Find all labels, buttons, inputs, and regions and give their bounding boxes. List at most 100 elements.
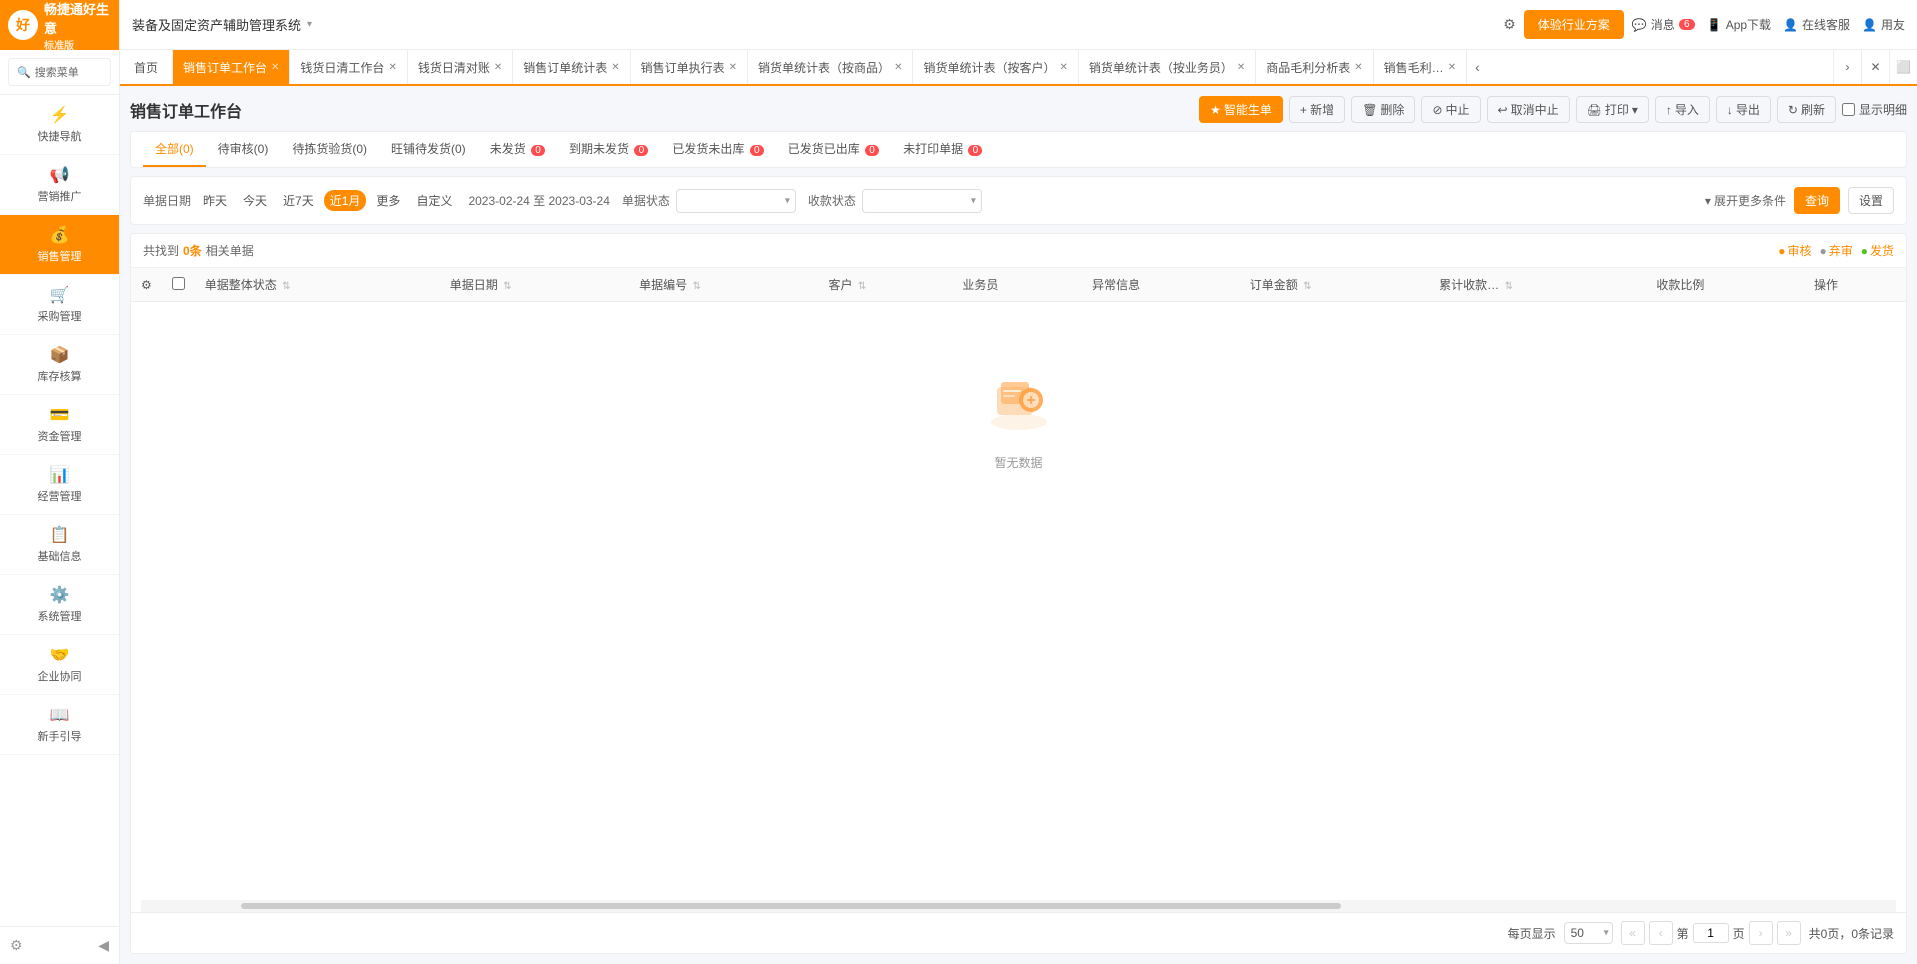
message-button[interactable]: 💬 消息 6 [1632,16,1695,33]
show-detail-checkbox[interactable]: 显示明细 [1842,101,1907,118]
filter-date-1month[interactable]: 近1月 [324,190,367,211]
filter-tab-overdue[interactable]: 到期未发货 0 [557,132,660,167]
filter-date-custom[interactable]: 自定义 [410,190,458,211]
tab-cash-daily[interactable]: 钱货日清工作台 ✕ [290,50,407,85]
export-button[interactable]: ↓ 导出 [1716,96,1771,123]
filter-tab-shipped-out[interactable]: 已发货已出库 0 [776,132,891,167]
tab-close-current[interactable]: ✕ [1861,50,1889,85]
tab-close-reconciliation[interactable]: ✕ [494,62,502,73]
filter-status-select[interactable] [676,189,796,213]
per-page-select-wrap: 50 20 100 [1564,922,1613,944]
filter-tab-not-shipped[interactable]: 未发货 0 [478,132,557,167]
show-detail-input[interactable] [1842,103,1855,116]
filter-payment-select[interactable] [862,189,982,213]
sidebar-item-quicknav[interactable]: ⚡ 快捷导航 [0,95,119,155]
collapse-button[interactable]: ◀ [98,937,109,954]
th-checkbox[interactable] [162,268,195,302]
sidebar-item-guide[interactable]: 📖 新手引导 [0,695,119,755]
user-button[interactable]: 👤 用友 [1862,16,1905,33]
search-menu-button[interactable]: 🔍 搜索菜单 [8,58,111,86]
tab-sales-staff[interactable]: 销货单统计表（按业务员） ✕ [1079,50,1256,85]
tab-close-sales-exec[interactable]: ✕ [729,62,737,73]
reject-action-button[interactable]: ● 弃审 [1819,242,1852,259]
tab-close-sales-staff[interactable]: ✕ [1237,62,1245,73]
scrollbar-thumb[interactable] [241,903,1341,909]
import-button[interactable]: ↑ 导入 [1655,96,1710,123]
settings-filter-button[interactable]: 设置 [1848,187,1894,214]
tab-sales-customer[interactable]: 销货单统计表（按客户） ✕ [913,50,1078,85]
settings-gear-button[interactable]: ⚙ [1503,16,1516,33]
sidebar-item-sales[interactable]: 💰 销售管理 [0,215,119,275]
refresh-button[interactable]: ↻ 刷新 [1777,96,1836,123]
sort-status-icon[interactable]: ⇅ [282,281,290,292]
online-service-button[interactable]: 👤 在线客服 [1783,16,1850,33]
filter-date-more[interactable]: 更多 [370,190,406,211]
sidebar-item-system[interactable]: ⚙️ 系统管理 [0,575,119,635]
sort-amount-icon[interactable]: ⇅ [1303,281,1311,292]
cancel-stop-button[interactable]: ↩ 取消中止 [1487,96,1570,123]
tab-scroll-right[interactable]: › [1833,50,1861,85]
sidebar-item-finance[interactable]: 💳 资金管理 [0,395,119,455]
print-button[interactable]: 🖨 打印 ▾ [1576,96,1649,123]
cta-button[interactable]: 体验行业方案 [1524,10,1624,39]
select-all-checkbox[interactable] [172,277,185,290]
delete-button[interactable]: 🗑 删除 [1351,96,1415,123]
ship-action-button[interactable]: ● 发货 [1861,242,1894,259]
tab-sales-stats[interactable]: 销售订单统计表 ✕ [513,50,630,85]
query-button[interactable]: 查询 [1794,187,1840,214]
tabbar: 首页 销售订单工作台 ✕ 钱货日清工作台 ✕ 钱货日清对账 ✕ 销售订单统计表 … [120,50,1917,86]
filter-tab-all[interactable]: 全部(0) [143,132,206,167]
horizontal-scrollbar[interactable] [141,900,1896,912]
tab-sales-workbench[interactable]: 销售订单工作台 ✕ [173,50,290,85]
sort-customer-icon[interactable]: ⇅ [858,281,866,292]
filter-tab-pending-pick[interactable]: 待拣货验货(0) [280,132,379,167]
filter-date-options: 昨天 今天 近7天 近1月 更多 自定义 [197,190,458,211]
page-last-button[interactable]: » [1777,921,1801,945]
tab-sales-exec[interactable]: 销售订单执行表 ✕ [631,50,748,85]
sort-number-icon[interactable]: ⇅ [693,281,701,292]
sidebar-item-enterprise[interactable]: 🤝 企业协同 [0,635,119,695]
tab-close-sales-gross[interactable]: ✕ [1448,62,1456,73]
review-action-button[interactable]: ● 审核 [1778,242,1811,259]
sidebar-item-basicinfo[interactable]: 📋 基础信息 [0,515,119,575]
tab-close-gross-margin[interactable]: ✕ [1354,62,1362,73]
th-settings[interactable]: ⚙ [131,268,162,302]
app-download-button[interactable]: 📱 App下载 [1707,16,1771,33]
filter-tab-wangpu[interactable]: 旺铺待发货(0) [379,132,478,167]
page-next-button[interactable]: › [1749,921,1773,945]
per-page-select[interactable]: 50 20 100 [1564,922,1613,944]
page-input[interactable] [1693,923,1729,943]
tab-close-sales-stats[interactable]: ✕ [611,62,619,73]
tab-close-sales-workbench[interactable]: ✕ [271,62,279,73]
tab-gross-margin[interactable]: 商品毛利分析表 ✕ [1256,50,1373,85]
filter-expand-button[interactable]: ▾ 展开更多条件 [1705,192,1786,209]
filter-date-7days[interactable]: 近7天 [277,190,320,211]
tab-close-sales-product[interactable]: ✕ [894,62,902,73]
filter-tab-shipped-not-out[interactable]: 已发货未出库 0 [660,132,775,167]
tab-maximize[interactable]: ⬜ [1889,50,1917,85]
settings-button[interactable]: ⚙ [10,937,23,954]
sidebar-item-inventory[interactable]: 📦 库存核算 [0,335,119,395]
sort-collected-icon[interactable]: ⇅ [1504,281,1512,292]
new-button[interactable]: + 新增 [1289,96,1345,123]
tab-close-cash-daily[interactable]: ✕ [388,62,396,73]
filter-tab-not-printed[interactable]: 未打印单据 0 [891,132,994,167]
tab-home[interactable]: 首页 [120,50,173,85]
page-first-button[interactable]: « [1621,921,1645,945]
sort-date-icon[interactable]: ⇅ [503,281,511,292]
page-prev-button[interactable]: ‹ [1649,921,1673,945]
sidebar-item-management[interactable]: 📊 经营管理 [0,455,119,515]
tab-sales-gross[interactable]: 销售毛利… ✕ [1374,50,1467,85]
empty-state: 暂无数据 [131,302,1906,531]
stop-button[interactable]: ⊘ 中止 [1421,96,1480,123]
filter-date-today[interactable]: 今天 [237,190,273,211]
tab-close-sales-customer[interactable]: ✕ [1059,62,1067,73]
tab-reconciliation[interactable]: 钱货日清对账 ✕ [408,50,513,85]
sidebar-item-purchase[interactable]: 🛒 采购管理 [0,275,119,335]
filter-tab-pending-review[interactable]: 待审核(0) [206,132,281,167]
sidebar-item-marketing[interactable]: 📢 营销推广 [0,155,119,215]
tab-scroll-left[interactable]: ‹ [1467,50,1488,85]
filter-date-yesterday[interactable]: 昨天 [197,190,233,211]
tab-sales-product[interactable]: 销货单统计表（按商品） ✕ [748,50,913,85]
smart-create-button[interactable]: ★ 智能生单 [1199,96,1283,123]
